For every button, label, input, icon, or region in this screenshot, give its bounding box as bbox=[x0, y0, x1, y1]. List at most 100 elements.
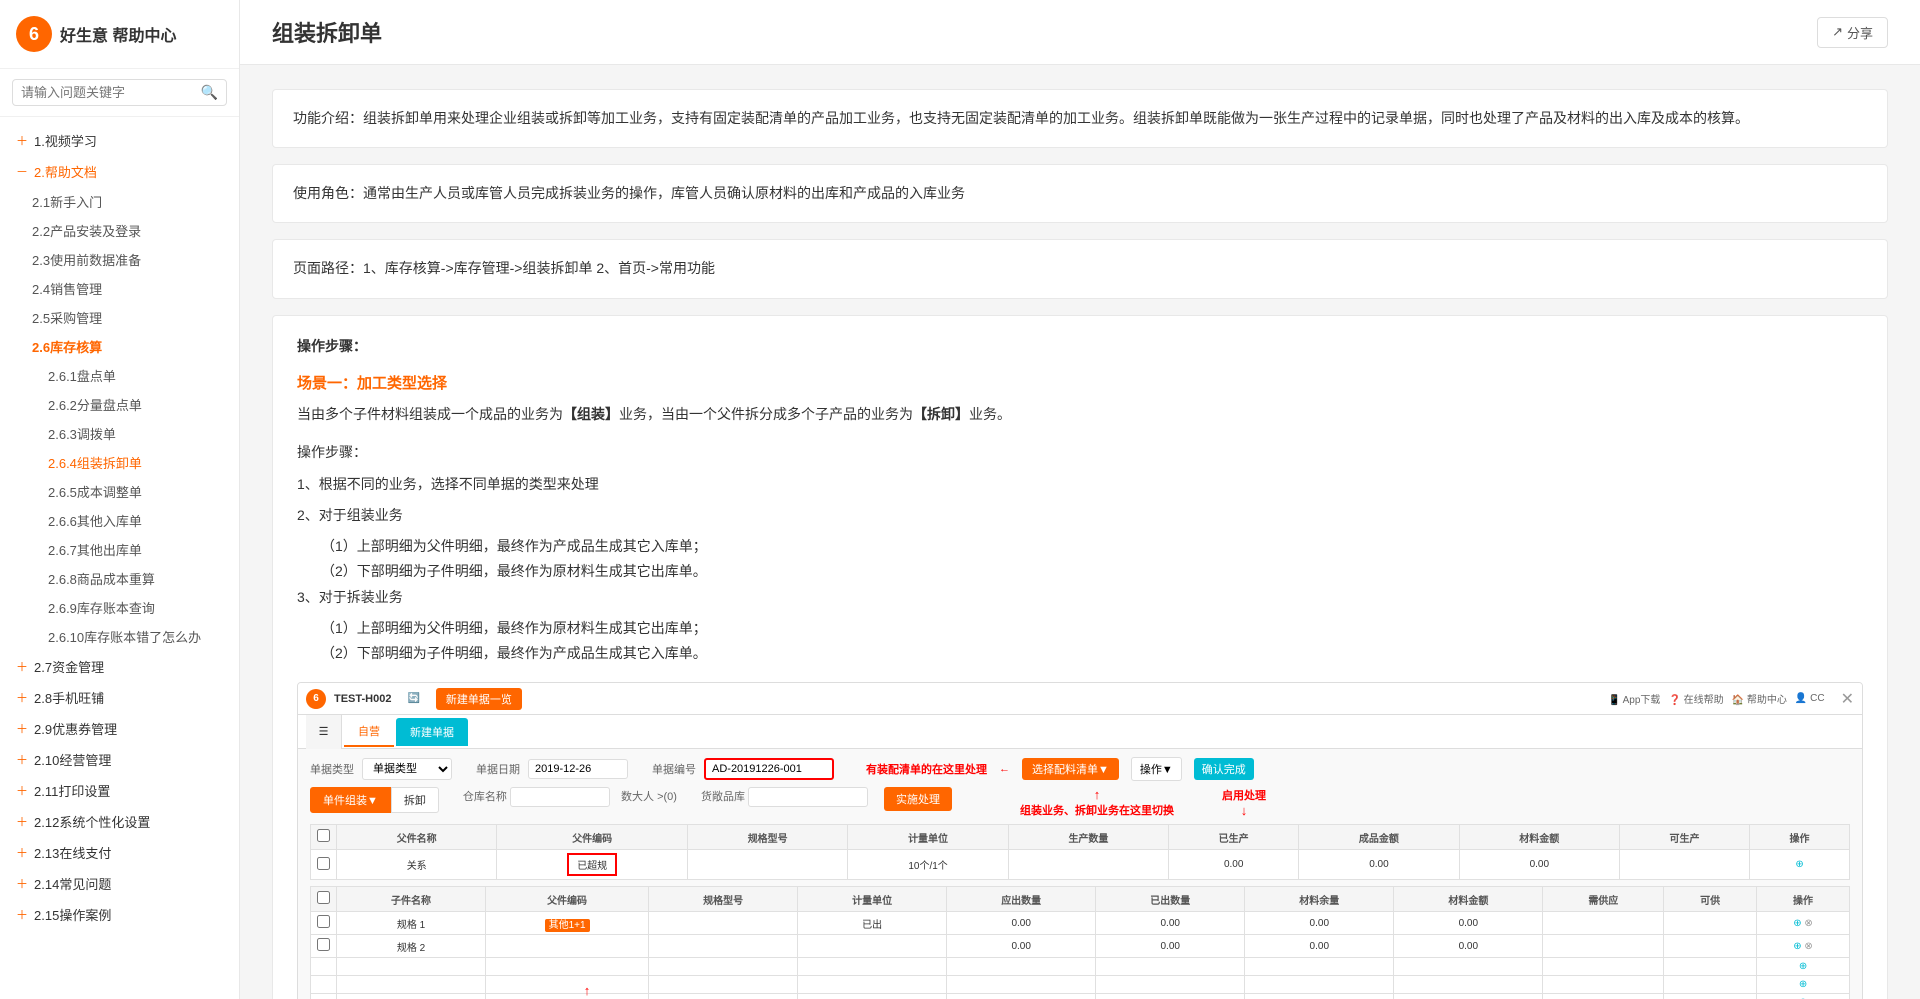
mock-warehouse-input[interactable] bbox=[510, 787, 610, 807]
sidebar-item-2-15[interactable]: ＋ 2.15操作案例 bbox=[0, 899, 239, 930]
annotation-2-arrow-up: ↑ bbox=[1094, 787, 1101, 802]
col-parent-code: 父件编码 bbox=[497, 825, 688, 850]
sidebar-item-2-8[interactable]: ＋ 2.8手机旺铺 bbox=[0, 682, 239, 713]
mock-more-btn[interactable]: 操作▼ bbox=[1131, 757, 1182, 781]
mock-parent-table-header: 父件名称 父件编码 规格型号 计量单位 生产数量 已生产 成品金额 材料金额 可 bbox=[311, 825, 1850, 850]
row-mat-amt: 0.00 bbox=[1459, 850, 1619, 880]
col-check bbox=[311, 825, 337, 850]
sidebar-item-2-5[interactable]: 2.5采购管理 bbox=[0, 303, 239, 332]
col-prod-qty: 生产数量 bbox=[1008, 825, 1168, 850]
expand-icon-2-14: ＋ bbox=[16, 875, 28, 892]
mock-right-form: 货敞品库 bbox=[701, 787, 868, 807]
mock-form-area: 单据类型 单据类型 单据日期 单据编号 有装配清单的在这里处 bbox=[298, 749, 1862, 999]
sidebar-item-2-6-9[interactable]: 2.6.9库存账本查询 bbox=[0, 593, 239, 622]
sidebar-item-2-6-5[interactable]: 2.6.5成本调整单 bbox=[0, 477, 239, 506]
sidebar-item-2-6-8[interactable]: 2.6.8商品成本重算 bbox=[0, 564, 239, 593]
sidebar-item-2-6[interactable]: 2.6库存核算 bbox=[0, 332, 239, 361]
child-add-2[interactable]: ⊕ bbox=[1793, 941, 1801, 952]
step-2-sub1: （1）上部明细为父件明细，最终作为产成品生成其它入库单； bbox=[321, 534, 1863, 559]
child-check-1[interactable] bbox=[317, 915, 330, 928]
intro-box-1: 功能介绍：组装拆卸单用来处理企业组装或拆卸等加工业务，支持有固定装配清单的产品加… bbox=[272, 89, 1888, 148]
sidebar-item-1[interactable]: ＋ 1.视频学习 bbox=[0, 125, 239, 156]
sidebar-item-2-9[interactable]: ＋ 2.9优惠券管理 bbox=[0, 713, 239, 744]
expand-icon-2-15: ＋ bbox=[16, 906, 28, 923]
mock-close-icon[interactable]: ✕ bbox=[1841, 689, 1854, 709]
sidebar-item-2-6-2[interactable]: 2.6.2分量盘点单 bbox=[0, 390, 239, 419]
annotation-3-container: 启用处理 ↓ bbox=[1222, 787, 1266, 818]
sidebar-item-2-6-6[interactable]: 2.6.6其他入库单 bbox=[0, 506, 239, 535]
main-header: 组装拆卸单 ↗ 分享 bbox=[240, 0, 1920, 65]
mock-confirm-btn[interactable]: 确认完成 bbox=[1194, 758, 1254, 780]
search-icon[interactable]: 🔍 bbox=[201, 84, 218, 101]
logo-icon: 6 bbox=[16, 16, 52, 52]
child-add-1[interactable]: ⊕ bbox=[1793, 918, 1801, 929]
sidebar-item-2-10[interactable]: ＋ 2.10经营管理 bbox=[0, 744, 239, 775]
sidebar-item-2-2[interactable]: 2.2产品安装及登录 bbox=[0, 216, 239, 245]
mock-type-container: 单据类型 bbox=[362, 758, 452, 780]
mock-form-row1: 单据类型 单据类型 单据日期 单据编号 有装配清单的在这里处 bbox=[310, 757, 1850, 781]
mock-ok-btn[interactable]: 实施处理 bbox=[884, 787, 952, 811]
col-mat-left: 材料余量 bbox=[1245, 887, 1394, 912]
select-all-check2[interactable] bbox=[317, 891, 330, 904]
sidebar-item-2-6-4[interactable]: 2.6.4组装拆卸单 bbox=[0, 448, 239, 477]
child-del-2[interactable]: ⊗ bbox=[1804, 941, 1812, 952]
mock-top-right: 📱 App下载 ❓ 在线帮助 🏠 帮助中心 👤 CC bbox=[1608, 691, 1825, 706]
mock-type-select[interactable]: 单据类型 bbox=[362, 758, 452, 780]
mock-help-icon: ❓ 在线帮助 bbox=[1668, 691, 1723, 706]
child-name-2: 规格 2 bbox=[337, 935, 486, 958]
intro-text-2: 使用角色：通常由生产人员或库管人员完成拆装业务的操作，库管人员确认原材料的出库和… bbox=[293, 185, 965, 201]
search-box[interactable]: 🔍 bbox=[12, 79, 227, 106]
sidebar-item-2-12[interactable]: ＋ 2.12系统个性化设置 bbox=[0, 806, 239, 837]
annotation-3-arrow-down: ↓ bbox=[1241, 803, 1248, 818]
child-should-2: 0.00 bbox=[947, 935, 1096, 958]
mock-qty-label: 数大人 >(0) bbox=[621, 791, 677, 803]
main-content: 组装拆卸单 ↗ 分享 功能介绍：组装拆卸单用来处理企业组装或拆卸等加工业务，支持… bbox=[240, 0, 1920, 999]
child-spec-1 bbox=[649, 912, 798, 935]
child-badge-1: 其他1+1 bbox=[545, 919, 590, 932]
mock-lower-table-container: 子件名称 父件编码 规格型号 计量单位 应出数量 已出数量 材料余量 材料金额 bbox=[310, 886, 1850, 999]
sidebar-item-2-13[interactable]: ＋ 2.13在线支付 bbox=[0, 837, 239, 868]
mock-user-icon: 👤 CC bbox=[1795, 693, 1825, 704]
search-input[interactable] bbox=[21, 85, 201, 100]
sidebar-item-2-3[interactable]: 2.3使用前数据准备 bbox=[0, 245, 239, 274]
sidebar-item-2-11[interactable]: ＋ 2.11打印设置 bbox=[0, 775, 239, 806]
sidebar-item-2-14[interactable]: ＋ 2.14常见问题 bbox=[0, 868, 239, 899]
mock-date-input[interactable] bbox=[528, 759, 628, 779]
mock-topbar: 6 TEST-H002 🔄 新建单据一览 📱 App下载 ❓ 在线帮助 🏠 帮助… bbox=[298, 683, 1862, 715]
child-del-1[interactable]: ⊗ bbox=[1804, 918, 1812, 929]
row-check-1[interactable] bbox=[317, 857, 330, 870]
annotation-3-text: 启用处理 bbox=[1222, 787, 1266, 803]
select-all-check[interactable] bbox=[317, 829, 330, 842]
row-add-icon[interactable]: ⊕ bbox=[1795, 859, 1803, 870]
mock-num-input[interactable] bbox=[704, 758, 834, 780]
sidebar-item-2-6-7[interactable]: 2.6.7其他出库单 bbox=[0, 535, 239, 564]
sidebar-item-2-6-3[interactable]: 2.6.3调拨单 bbox=[0, 419, 239, 448]
mock-upper-table: 父件名称 父件编码 规格型号 计量单位 生产数量 已生产 成品金额 材料金额 可 bbox=[310, 824, 1850, 880]
mock-assemble-tab[interactable]: 单件组装▼ bbox=[310, 787, 391, 813]
sidebar-item-2[interactable]: － 2.帮助文档 bbox=[0, 156, 239, 187]
sidebar-item-2-7[interactable]: ＋ 2.7资金管理 bbox=[0, 651, 239, 682]
sidebar-item-2-1[interactable]: 2.1新手入门 bbox=[0, 187, 239, 216]
mock-tab-new[interactable]: 新建单据 bbox=[396, 718, 468, 746]
col-child-name: 子件名称 bbox=[337, 887, 486, 912]
col-mat-amt2: 材料金额 bbox=[1394, 887, 1543, 912]
share-button[interactable]: ↗ 分享 bbox=[1817, 17, 1888, 48]
mock-disassemble-tab[interactable]: 拆卸 bbox=[391, 787, 439, 813]
sidebar-item-2-6-10[interactable]: 2.6.10库存账本错了怎么办 bbox=[0, 622, 239, 651]
mock-tab-ziying[interactable]: 自营 bbox=[344, 717, 394, 747]
expand-icon-2-8: ＋ bbox=[16, 689, 28, 706]
mock-nav-collapse[interactable]: ☰ bbox=[306, 715, 342, 749]
mock-remarks-input[interactable] bbox=[748, 787, 868, 807]
sidebar-item-2-6-1[interactable]: 2.6.1盘点单 bbox=[0, 361, 239, 390]
mock-new-btn[interactable]: 新建单据一览 bbox=[436, 688, 522, 710]
intro-text-1: 功能介绍：组装拆卸单用来处理企业组装或拆卸等加工业务，支持有固定装配清单的产品加… bbox=[293, 110, 1749, 126]
mock-parent-table: 父件名称 父件编码 规格型号 计量单位 生产数量 已生产 成品金额 材料金额 可 bbox=[310, 824, 1850, 880]
row-parent-code: 已超规 bbox=[497, 850, 688, 880]
child-add-3[interactable]: ⊕ bbox=[1799, 961, 1807, 972]
child-check-2[interactable] bbox=[317, 938, 330, 951]
child-add-4[interactable]: ⊕ bbox=[1799, 979, 1807, 990]
mock-select-list-btn[interactable]: 选择配料清单▼ bbox=[1022, 758, 1119, 780]
sidebar-item-2-4[interactable]: 2.4销售管理 bbox=[0, 274, 239, 303]
child-code-1: 其他1+1 bbox=[486, 912, 649, 935]
annotation-2-container: ↑ 组装业务、拆卸业务在这里切换 bbox=[1020, 787, 1174, 818]
